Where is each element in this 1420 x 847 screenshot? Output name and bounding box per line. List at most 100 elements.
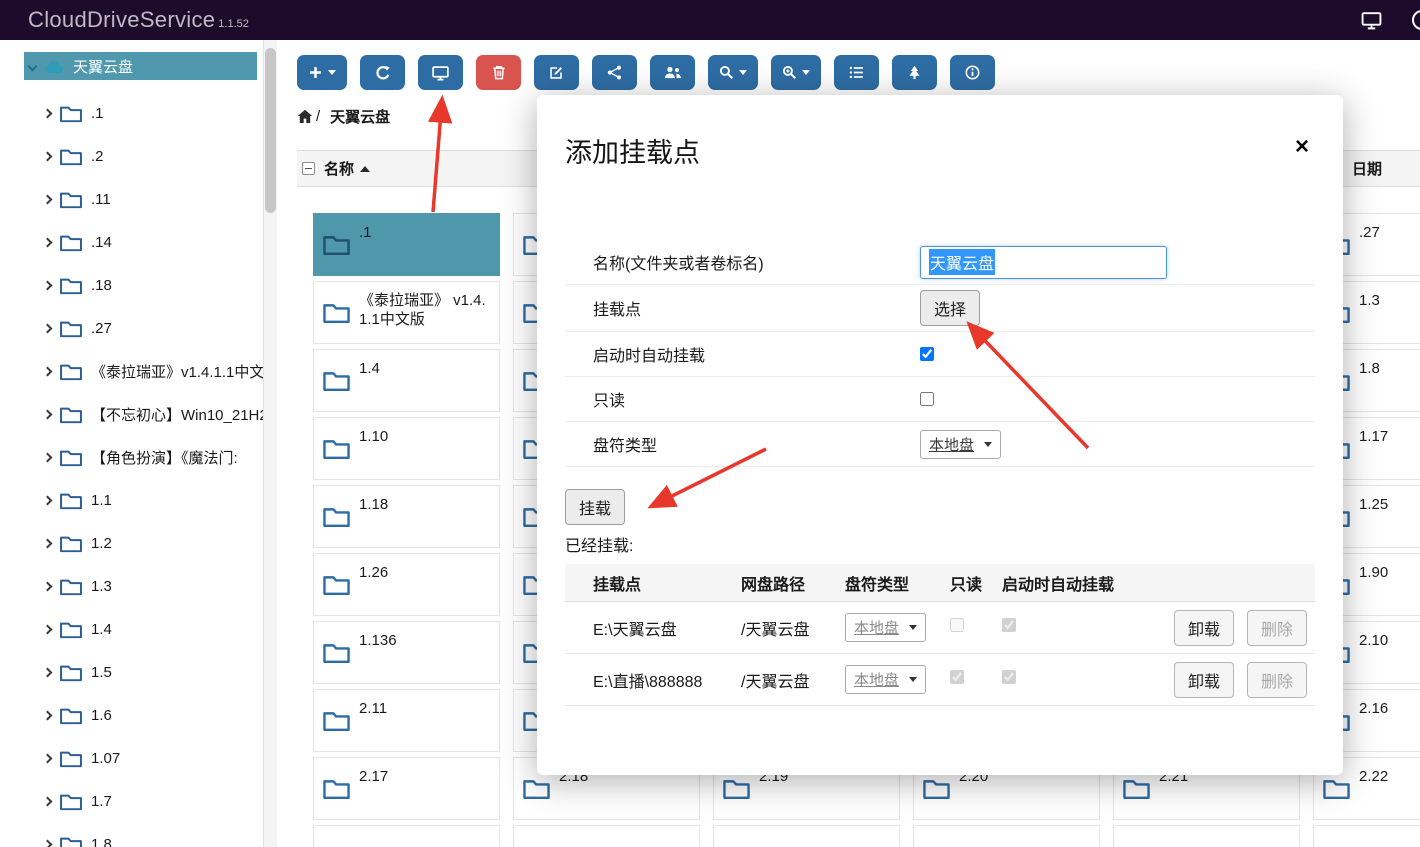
folder-tile[interactable] bbox=[513, 825, 700, 847]
sidebar-item[interactable]: .1 bbox=[0, 92, 263, 135]
mount-button[interactable]: 挂载 bbox=[565, 489, 625, 525]
chevron-right-icon[interactable] bbox=[43, 668, 53, 678]
folder-tile[interactable] bbox=[713, 825, 900, 847]
folder-tile[interactable]: 《泰拉瑞亚》 v1.4.1.1中文版 bbox=[313, 281, 500, 344]
sidebar-scrollbar[interactable] bbox=[263, 40, 277, 847]
collapse-all-icon[interactable] bbox=[302, 162, 315, 175]
folder-tile[interactable]: 1.26 bbox=[313, 553, 500, 616]
advanced-search-button[interactable] bbox=[771, 55, 821, 90]
chevron-right-icon[interactable] bbox=[43, 582, 53, 592]
name-input[interactable]: 天翼云盘 bbox=[920, 246, 1167, 279]
date-column-header[interactable]: 日期 bbox=[1352, 158, 1382, 179]
folder-tile[interactable]: .1 bbox=[313, 213, 500, 276]
sidebar-item[interactable]: 1.1 bbox=[0, 479, 263, 522]
share-button[interactable] bbox=[592, 55, 637, 90]
chevron-down-icon[interactable] bbox=[28, 61, 38, 71]
monitor-icon[interactable] bbox=[1361, 11, 1382, 30]
readonly-checkbox[interactable] bbox=[920, 392, 934, 406]
folder-icon bbox=[59, 534, 83, 553]
sidebar-item[interactable]: 1.07 bbox=[0, 737, 263, 780]
sidebar-item[interactable]: 【不忘初心】Win10_21H2 bbox=[0, 393, 263, 436]
close-icon[interactable]: × bbox=[1295, 135, 1309, 159]
auto-mount-checkbox[interactable] bbox=[920, 347, 934, 361]
folder-tile[interactable] bbox=[313, 825, 500, 847]
chevron-right-icon[interactable] bbox=[43, 195, 53, 205]
folder-name: 2.22 bbox=[1359, 766, 1388, 811]
chevron-right-icon[interactable] bbox=[43, 281, 53, 291]
mount-point-cell: E:\天翼云盘 bbox=[593, 616, 741, 640]
sidebar-item[interactable]: 1.3 bbox=[0, 565, 263, 608]
folder-tile[interactable] bbox=[1113, 825, 1300, 847]
chevron-right-icon[interactable] bbox=[43, 840, 53, 847]
folder-icon bbox=[59, 792, 83, 811]
choose-button[interactable]: 选择 bbox=[920, 290, 980, 326]
sidebar-item[interactable]: 1.5 bbox=[0, 651, 263, 694]
home-icon[interactable] bbox=[297, 109, 313, 124]
mount-device-button[interactable] bbox=[418, 55, 463, 90]
chevron-right-icon[interactable] bbox=[43, 711, 53, 721]
sidebar-item-root[interactable]: 天翼云盘 bbox=[24, 52, 257, 80]
drive-type-header: 盘符类型 bbox=[845, 571, 950, 595]
breadcrumb-current[interactable]: 天翼云盘 bbox=[330, 106, 390, 127]
app-title: CloudDriveService bbox=[28, 7, 215, 33]
folder-tile[interactable] bbox=[913, 825, 1100, 847]
drive-type-select[interactable]: 本地盘 bbox=[845, 665, 926, 694]
folder-icon bbox=[59, 147, 83, 166]
chevron-right-icon[interactable] bbox=[43, 324, 53, 334]
mounted-caption: 已经挂载: bbox=[565, 532, 1315, 556]
sidebar-item[interactable]: 1.8 bbox=[0, 823, 263, 847]
chevron-right-icon[interactable] bbox=[43, 367, 53, 377]
tree-view-button[interactable] bbox=[892, 55, 937, 90]
folder-name: 2.16 bbox=[1359, 698, 1388, 743]
sidebar-item[interactable]: 1.4 bbox=[0, 608, 263, 651]
folder-tile[interactable]: 1.10 bbox=[313, 417, 500, 480]
refresh-button[interactable] bbox=[360, 55, 405, 90]
folder-tile[interactable]: 1.18 bbox=[313, 485, 500, 548]
name-column-header[interactable]: 名称 bbox=[324, 158, 354, 179]
chevron-right-icon[interactable] bbox=[43, 754, 53, 764]
caret-down-icon bbox=[328, 70, 336, 75]
sidebar-item[interactable]: .18 bbox=[0, 264, 263, 307]
chevron-right-icon[interactable] bbox=[43, 625, 53, 635]
folder-tile[interactable] bbox=[1313, 825, 1420, 847]
list-view-button[interactable] bbox=[834, 55, 879, 90]
unmount-button[interactable]: 卸载 bbox=[1174, 662, 1234, 698]
scrollbar-thumb[interactable] bbox=[265, 48, 276, 213]
info-button[interactable] bbox=[950, 55, 995, 90]
power-icon[interactable] bbox=[1410, 8, 1420, 32]
delete-button[interactable]: 删除 bbox=[1247, 610, 1307, 646]
chevron-right-icon[interactable] bbox=[43, 152, 53, 162]
sidebar-item[interactable]: .27 bbox=[0, 307, 263, 350]
folder-tile[interactable]: 1.4 bbox=[313, 349, 500, 412]
edit-button[interactable] bbox=[534, 55, 579, 90]
chevron-right-icon[interactable] bbox=[43, 410, 53, 420]
unmount-button[interactable]: 卸载 bbox=[1174, 610, 1234, 646]
folder-tile[interactable]: 2.11 bbox=[313, 689, 500, 752]
sidebar-item[interactable]: 1.6 bbox=[0, 694, 263, 737]
chevron-right-icon[interactable] bbox=[43, 539, 53, 549]
sidebar-item[interactable]: 1.7 bbox=[0, 780, 263, 823]
caret-down-icon bbox=[739, 70, 747, 75]
folder-tile[interactable]: 1.136 bbox=[313, 621, 500, 684]
delete-button[interactable] bbox=[476, 55, 521, 90]
chevron-right-icon[interactable] bbox=[43, 496, 53, 506]
sidebar-item-label: .27 bbox=[91, 320, 112, 337]
chevron-right-icon[interactable] bbox=[43, 453, 53, 463]
drive-type-select[interactable]: 本地盘 bbox=[845, 613, 926, 642]
sidebar-item[interactable]: 1.2 bbox=[0, 522, 263, 565]
drive-type-select[interactable]: 本地盘 bbox=[920, 430, 1001, 459]
members-button[interactable] bbox=[650, 55, 695, 90]
sidebar-item[interactable]: .14 bbox=[0, 221, 263, 264]
sidebar-item[interactable]: .2 bbox=[0, 135, 263, 178]
name-field-label: 名称(文件夹或者卷标名) bbox=[593, 250, 920, 274]
delete-button[interactable]: 删除 bbox=[1247, 662, 1307, 698]
search-button[interactable] bbox=[708, 55, 758, 90]
chevron-right-icon[interactable] bbox=[43, 797, 53, 807]
sidebar-item[interactable]: 《泰拉瑞亚》v1.4.1.1中文版 bbox=[0, 350, 263, 393]
chevron-right-icon[interactable] bbox=[43, 238, 53, 248]
folder-tile[interactable]: 2.17 bbox=[313, 757, 500, 820]
chevron-right-icon[interactable] bbox=[43, 109, 53, 119]
sidebar-item[interactable]: 【角色扮演】《魔法门: bbox=[0, 436, 263, 479]
add-button[interactable] bbox=[297, 55, 347, 90]
sidebar-item[interactable]: .11 bbox=[0, 178, 263, 221]
